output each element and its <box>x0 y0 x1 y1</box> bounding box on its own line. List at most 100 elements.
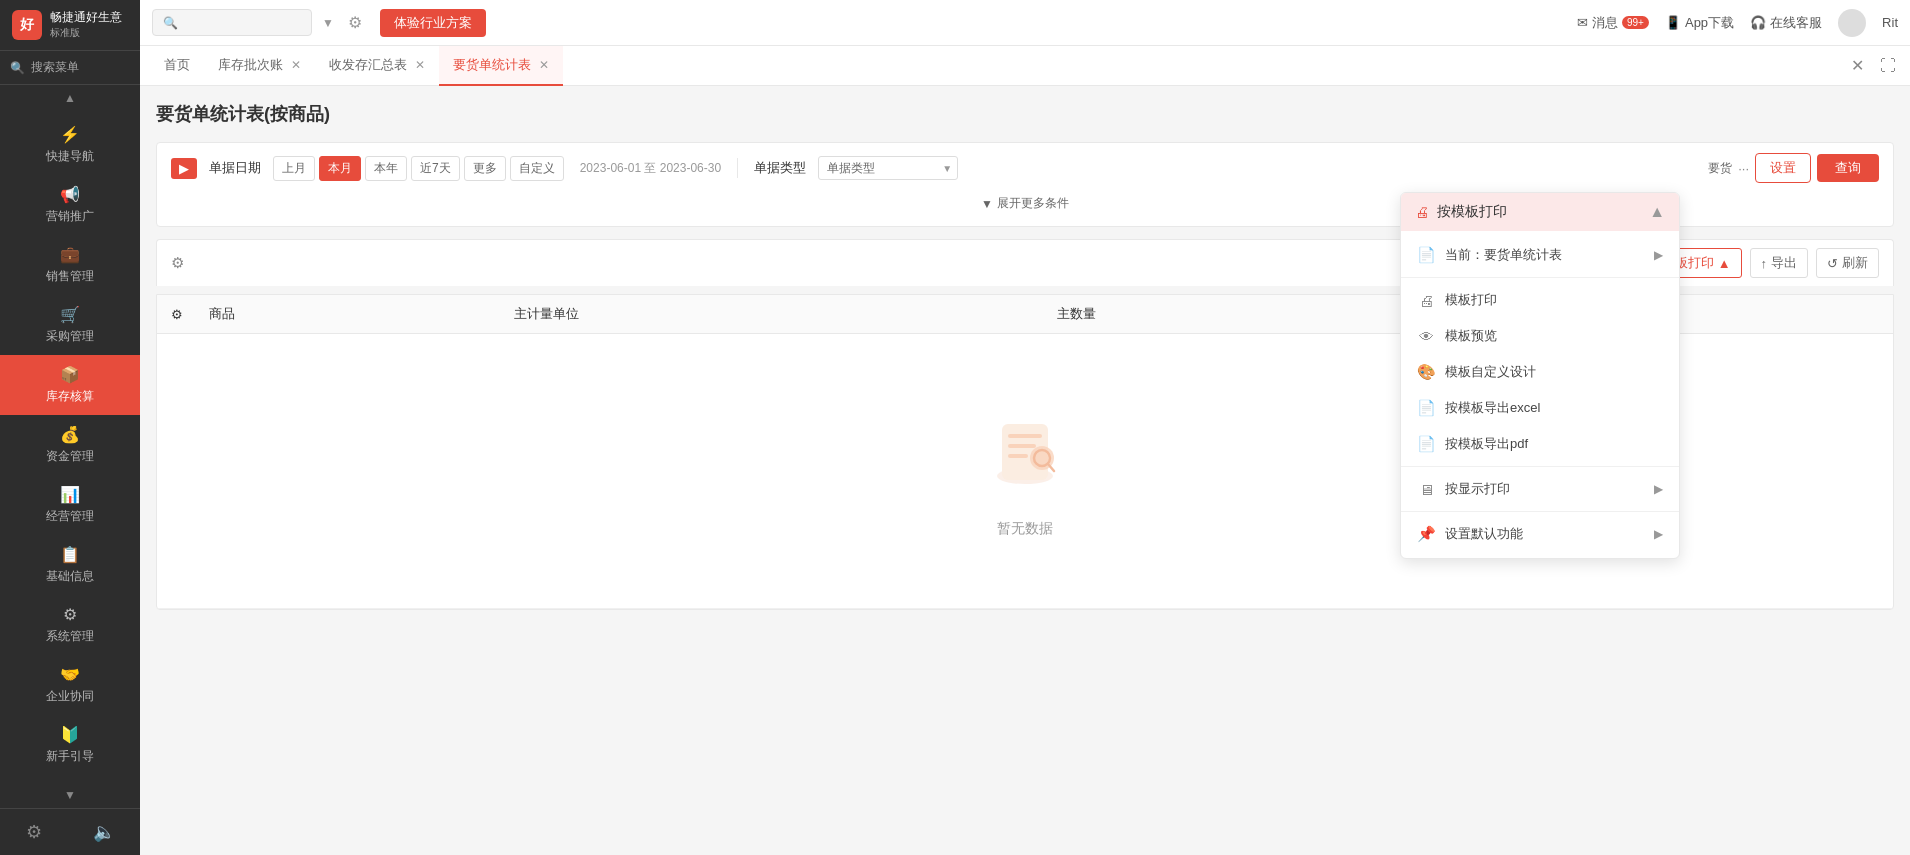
purchase-icon: 🛒 <box>60 305 80 324</box>
sidebar-item-basics[interactable]: 📋 基础信息 <box>0 535 140 595</box>
collab-icon: 🤝 <box>60 665 80 684</box>
sidebar-item-app-center[interactable]: 🔲 应用中心 <box>0 775 140 782</box>
tab-inventory-batch-close[interactable]: ✕ <box>291 58 301 72</box>
tab-order-stats-close[interactable]: ✕ <box>539 58 549 72</box>
app-download-icon: 📱 <box>1665 15 1681 30</box>
print-menu-template-print[interactable]: 🖨 模板打印 <box>1401 282 1679 318</box>
sidebar-item-purchase[interactable]: 🛒 采购管理 <box>0 295 140 355</box>
print-menu-export-pdf[interactable]: 📄 按模板导出pdf <box>1401 426 1679 462</box>
sidebar-item-label: 销售管理 <box>46 268 94 285</box>
current-template-arrow: ▶ <box>1654 248 1663 262</box>
topbar-app-download[interactable]: 📱 App下载 <box>1665 14 1734 32</box>
export-label: 导出 <box>1771 254 1797 272</box>
order-type-select[interactable]: 单据类型 <box>818 156 958 180</box>
tab-order-stats[interactable]: 要货单统计表 ✕ <box>439 46 563 86</box>
date-btn-more[interactable]: 更多 <box>464 156 506 181</box>
topbar-message[interactable]: ✉ 消息 99+ <box>1577 14 1649 32</box>
marketing-icon: 📢 <box>60 185 80 204</box>
expand-more-btn[interactable]: ▼ 展开更多条件 <box>973 191 1077 216</box>
gear-table-icon[interactable]: ⚙ <box>171 254 184 272</box>
topbar-online-service[interactable]: 🎧 在线客服 <box>1750 14 1822 32</box>
sidebar-item-label: 库存核算 <box>46 388 94 405</box>
print-divider-1 <box>1401 277 1679 278</box>
print-dropdown: 🖨 按模板打印 ▲ 📄 当前：要货单统计表 ▶ 🖨 模板打印 <box>1400 192 1680 559</box>
sidebar-item-system[interactable]: ⚙ 系统管理 <box>0 595 140 655</box>
speaker-bottom-icon[interactable]: 🔈 <box>89 817 119 847</box>
tab-receivable-summary[interactable]: 收发存汇总表 ✕ <box>315 46 439 86</box>
sidebar-scroll-up[interactable]: ▲ <box>0 85 140 111</box>
sidebar-item-marketing[interactable]: 📢 营销推广 <box>0 175 140 235</box>
topbar-search[interactable]: 🔍 <box>152 9 312 36</box>
col-header-gear[interactable]: ⚙ <box>157 295 197 334</box>
print-divider-3 <box>1401 511 1679 512</box>
tab-receivable-summary-close[interactable]: ✕ <box>415 58 425 72</box>
print-dropdown-icon: 🖨 <box>1415 204 1429 220</box>
display-print-label: 按显示打印 <box>1445 480 1644 498</box>
trial-industry-button[interactable]: 体验行业方案 <box>380 9 486 37</box>
date-btn-this-year[interactable]: 本年 <box>365 156 407 181</box>
refresh-button[interactable]: ↺ 刷新 <box>1816 248 1879 278</box>
set-default-icon: 📌 <box>1417 525 1435 543</box>
page-content: 要货单统计表(按商品) ▶ 单据日期 上月 本月 本年 近7天 更多 自定义 2… <box>140 86 1910 855</box>
query-button[interactable]: 查询 <box>1817 154 1879 182</box>
tabbar-expand-icon[interactable]: ⛶ <box>1876 53 1900 79</box>
sidebar-item-sales[interactable]: 💼 销售管理 <box>0 235 140 295</box>
filter-row: ▶ 单据日期 上月 本月 本年 近7天 更多 自定义 2023-06-01 至 … <box>171 153 1879 183</box>
finance-icon: 💰 <box>60 425 80 444</box>
tab-order-stats-label: 要货单统计表 <box>453 56 531 74</box>
settings-button[interactable]: 设置 <box>1755 153 1811 183</box>
filter-dots[interactable]: ··· <box>1738 161 1749 176</box>
date-btn-custom[interactable]: 自定义 <box>510 156 564 181</box>
sidebar-item-inventory[interactable]: 📦 库存核算 <box>0 355 140 415</box>
app-name: 畅捷通好生意 <box>50 10 122 26</box>
print-menu-set-default[interactable]: 📌 设置默认功能 ▶ <box>1401 516 1679 552</box>
template-design-icon: 🎨 <box>1417 363 1435 381</box>
filter-expand-toggle[interactable]: ▶ <box>171 158 197 179</box>
tab-inventory-batch[interactable]: 库存批次账 ✕ <box>204 46 315 86</box>
print-dropdown-close-icon[interactable]: ▲ <box>1649 203 1665 221</box>
date-label: 单据日期 <box>209 159 261 177</box>
logo-text-block: 畅捷通好生意 标准版 <box>50 10 122 40</box>
sidebar-scroll-down[interactable]: ▼ <box>0 782 140 808</box>
print-menu-display-print[interactable]: 🖥 按显示打印 ▶ <box>1401 471 1679 507</box>
print-menu-template-design[interactable]: 🎨 模板自定义设计 <box>1401 354 1679 390</box>
export-button[interactable]: ↑ 导出 <box>1750 248 1809 278</box>
order-type-select-wrapper: 单据类型 <box>818 156 958 180</box>
settings-bottom-icon[interactable]: ⚙ <box>22 817 46 847</box>
date-btn-7days[interactable]: 近7天 <box>411 156 460 181</box>
expand-more-label: 展开更多条件 <box>997 195 1069 212</box>
topbar-right: ✉ 消息 99+ 📱 App下载 🎧 在线客服 Rit <box>1577 9 1898 37</box>
sidebar-item-finance[interactable]: 💰 资金管理 <box>0 415 140 475</box>
col-header-unit: 主计量单位 <box>502 295 1045 334</box>
sidebar-nav: ⚡ 快捷导航 📢 营销推广 💼 销售管理 🛒 采购管理 📦 库存核算 💰 资金管… <box>0 111 140 782</box>
sidebar-item-quick-nav[interactable]: ⚡ 快捷导航 <box>0 115 140 175</box>
display-print-arrow: ▶ <box>1654 482 1663 496</box>
template-design-label: 模板自定义设计 <box>1445 363 1663 381</box>
print-menu-current[interactable]: 📄 当前：要货单统计表 ▶ <box>1401 237 1679 273</box>
refresh-icon: ↺ <box>1827 256 1838 271</box>
sidebar-item-operations[interactable]: 📊 经营管理 <box>0 475 140 535</box>
sidebar-item-label: 资金管理 <box>46 448 94 465</box>
app-download-label: App下载 <box>1685 14 1734 32</box>
filter-divider-1 <box>737 158 738 178</box>
print-menu-template-preview[interactable]: 👁 模板预览 <box>1401 318 1679 354</box>
date-btn-last-month[interactable]: 上月 <box>273 156 315 181</box>
sidebar-item-label: 新手引导 <box>46 748 94 765</box>
topbar-chevron-icon[interactable]: ▼ <box>322 16 334 30</box>
expand-down-icon: ▼ <box>981 197 993 211</box>
topbar-avatar[interactable] <box>1838 9 1866 37</box>
topbar-gear-icon[interactable]: ⚙ <box>348 13 362 32</box>
date-btn-this-month[interactable]: 本月 <box>319 156 361 181</box>
tabbar: 首页 库存批次账 ✕ 收发存汇总表 ✕ 要货单统计表 ✕ ✕ ⛶ <box>140 46 1910 86</box>
sidebar-item-collab[interactable]: 🤝 企业协同 <box>0 655 140 715</box>
tab-receivable-summary-label: 收发存汇总表 <box>329 56 407 74</box>
print-menu-export-excel[interactable]: 📄 按模板导出excel <box>1401 390 1679 426</box>
tab-home[interactable]: 首页 <box>150 46 204 86</box>
order-type-label: 单据类型 <box>754 159 806 177</box>
sidebar-item-guide[interactable]: 🔰 新手引导 <box>0 715 140 775</box>
tabbar-close-all-icon[interactable]: ✕ <box>1847 52 1868 79</box>
print-dropdown-title-label: 按模板打印 <box>1437 203 1507 221</box>
current-template-label: 当前：要货单统计表 <box>1445 246 1644 264</box>
sidebar-search[interactable]: 🔍 搜索菜单 <box>0 51 140 85</box>
sidebar: 好 畅捷通好生意 标准版 🔍 搜索菜单 ▲ ⚡ 快捷导航 📢 营销推广 💼 销售… <box>0 0 140 855</box>
